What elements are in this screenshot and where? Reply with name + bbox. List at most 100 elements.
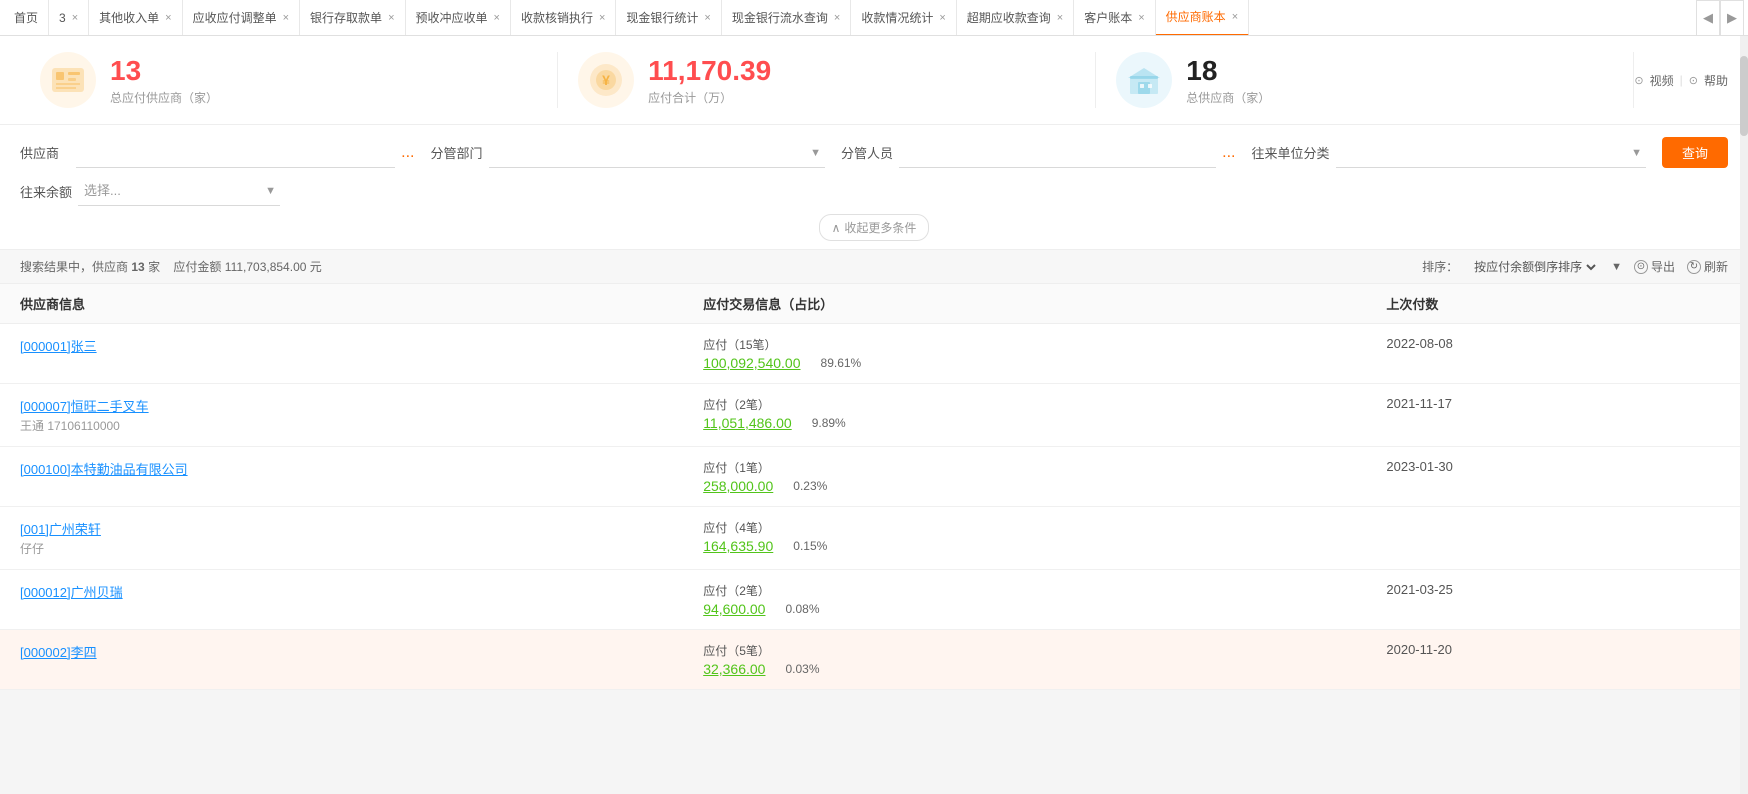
supplier-link[interactable]: [000012]广州贝瑞 <box>20 582 703 601</box>
nav-tab-other-income[interactable]: 其他收入单 × <box>89 0 182 36</box>
tx-percent: 0.08% <box>785 602 819 616</box>
scrollbar-track[interactable] <box>1740 36 1748 794</box>
nav-tab-cash-bank-stat-close[interactable]: × <box>704 12 710 24</box>
nav-tab-3[interactable]: 3 × <box>49 0 89 36</box>
tx-label: 应付（2笔） <box>703 582 1386 599</box>
collapse-label: 收起更多条件 <box>844 219 916 236</box>
supplier-input[interactable] <box>76 138 395 168</box>
nav-tab-other-income-close[interactable]: × <box>165 12 171 24</box>
table-row: [000002]李四 应付（5笔） 32,366.00 0.03% 2020-1… <box>0 630 1748 690</box>
supplier-link[interactable]: [000001]张三 <box>20 336 703 355</box>
supplier-link[interactable]: [000002]李四 <box>20 642 703 661</box>
category-select[interactable] <box>1336 138 1646 168</box>
nav-tab-ap-adjust[interactable]: 应收应付调整单 × <box>183 0 300 36</box>
scrollbar-thumb[interactable] <box>1740 56 1748 136</box>
total-payable-label: 应付合计（万） <box>648 89 771 106</box>
nav-left-arrow[interactable]: ◀ <box>1696 0 1720 36</box>
nav-tab-prepay-offset[interactable]: 预收冲应收单 × <box>406 0 511 36</box>
nav-tab-bank-deposit[interactable]: 银行存取款单 × <box>300 0 405 36</box>
payable-suppliers-number: 13 <box>110 54 218 88</box>
summary-card-total-suppliers: 18 总供应商（家） <box>1096 52 1634 108</box>
last-payment-cell: 2022-08-08 <box>1386 336 1728 351</box>
col-header-supplier: 供应商信息 <box>20 294 703 313</box>
nav-right-arrow[interactable]: ▶ <box>1720 0 1744 36</box>
tx-amount[interactable]: 32,366.00 <box>703 661 765 677</box>
nav-tab-ap-adjust-close[interactable]: × <box>283 12 289 24</box>
tx-label: 应付（4笔） <box>703 519 1386 536</box>
summary-bar: 13 总应付供应商（家） ¥ 11,170.39 应付合计（万） <box>0 36 1748 125</box>
export-icon: ⊙ <box>1634 260 1648 274</box>
transaction-cell: 应付（4笔） 164,635.90 0.15% <box>703 519 1386 554</box>
nav-tab-supplier-account-close[interactable]: × <box>1232 11 1238 23</box>
supplier-dots[interactable]: ... <box>401 145 414 161</box>
person-dots[interactable]: ... <box>1222 145 1235 161</box>
nav-tab-collection-exec[interactable]: 收款核销执行 × <box>511 0 616 36</box>
nav-tab-collection-stat[interactable]: 收款情况统计 × <box>851 0 956 36</box>
help-link[interactable]: 帮助 <box>1704 72 1728 89</box>
results-actions: 排序： 按应付余额倒序排序 ▼ ⊙ 导出 ↻ 刷新 <box>1422 258 1728 275</box>
collapse-button[interactable]: ∧ 收起更多条件 <box>819 214 930 241</box>
nav-tab-collection-exec-close[interactable]: × <box>599 12 605 24</box>
transaction-cell: 应付（2笔） 94,600.00 0.08% <box>703 582 1386 617</box>
tx-percent: 0.03% <box>785 662 819 676</box>
nav-tab-overdue-query-label: 超期应收款查询 <box>967 9 1051 26</box>
supplier-link[interactable]: [000100]本特勤油品有限公司 <box>20 459 703 478</box>
tx-amount[interactable]: 94,600.00 <box>703 601 765 617</box>
results-text: 搜索结果中，供应商 13 家 应付金额 111,703,854.00 元 <box>20 258 322 275</box>
nav-tab-home[interactable]: 首页 <box>4 0 49 36</box>
nav-tab-cash-bank-stat[interactable]: 现金银行统计 × <box>616 0 721 36</box>
nav-tab-bank-deposit-close[interactable]: × <box>388 12 394 24</box>
nav-tab-collection-exec-label: 收款核销执行 <box>521 9 593 26</box>
sort-arrow: ▼ <box>1611 261 1622 273</box>
last-payment-cell: 2021-03-25 <box>1386 582 1728 597</box>
dept-select[interactable] <box>489 138 825 168</box>
nav-tab-supplier-account[interactable]: 供应商账本 × <box>1156 0 1249 36</box>
supplier-info-cell: [000007]恒旺二手叉车 王通 17106110000 <box>20 396 703 434</box>
search-button[interactable]: 查询 <box>1662 137 1728 168</box>
nav-tab-customer-account[interactable]: 客户账本 × <box>1074 0 1155 36</box>
nav-tab-overdue-query-close[interactable]: × <box>1057 12 1063 24</box>
tx-label: 应付（1笔） <box>703 459 1386 476</box>
refresh-label: 刷新 <box>1704 258 1728 275</box>
nav-tab-prepay-offset-close[interactable]: × <box>494 12 500 24</box>
last-payment-cell: 2021-11-17 <box>1386 396 1728 411</box>
summary-card-total-payable: ¥ 11,170.39 应付合计（万） <box>558 52 1096 108</box>
tx-amount[interactable]: 100,092,540.00 <box>703 355 800 371</box>
tx-label: 应付（5笔） <box>703 642 1386 659</box>
transaction-cell: 应付（5笔） 32,366.00 0.03% <box>703 642 1386 677</box>
export-button[interactable]: ⊙ 导出 <box>1634 258 1675 275</box>
supplier-link[interactable]: [000007]恒旺二手叉车 <box>20 396 703 415</box>
supplier-info-cell: [000001]张三 <box>20 336 703 355</box>
nav-tab-3-label: 3 <box>59 11 66 25</box>
transaction-cell: 应付（15笔） 100,092,540.00 89.61% <box>703 336 1386 371</box>
results-bar: 搜索结果中，供应商 13 家 应付金额 111,703,854.00 元 排序：… <box>0 250 1748 284</box>
supplier-filter-label: 供应商 <box>20 143 70 162</box>
tx-amount[interactable]: 11,051,486.00 <box>703 415 792 431</box>
video-link[interactable]: 视频 <box>1650 72 1674 89</box>
nav-tab-customer-account-close[interactable]: × <box>1138 12 1144 24</box>
supplier-sub: 仔仔 <box>20 540 703 557</box>
total-payable-number: 11,170.39 <box>648 54 771 88</box>
nav-tab-3-close[interactable]: × <box>72 12 78 24</box>
supplier-sub: 王通 17106110000 <box>20 417 703 434</box>
table-row: [000100]本特勤油品有限公司 应付（1笔） 258,000.00 0.23… <box>0 447 1748 507</box>
money-icon: ¥ <box>578 52 634 108</box>
table-row: [000007]恒旺二手叉车 王通 17106110000 应付（2笔） 11,… <box>0 384 1748 447</box>
person-input[interactable] <box>899 138 1216 168</box>
balance-select[interactable]: 选择... <box>78 176 280 206</box>
nav-tab-cash-bank-flow[interactable]: 现金银行流水查询 × <box>722 0 851 36</box>
nav-tab-collection-stat-close[interactable]: × <box>939 12 945 24</box>
export-label: 导出 <box>1651 258 1675 275</box>
sort-select[interactable]: 按应付余额倒序排序 <box>1470 259 1599 275</box>
tx-label: 应付（2笔） <box>703 396 1386 413</box>
nav-tab-home-label: 首页 <box>14 9 38 26</box>
supplier-link[interactable]: [001]广州荣轩 <box>20 519 703 538</box>
nav-tab-cash-bank-flow-close[interactable]: × <box>834 12 840 24</box>
tx-amount[interactable]: 164,635.90 <box>703 538 773 554</box>
last-payment-cell: 2020-11-20 <box>1386 642 1728 657</box>
tx-amount[interactable]: 258,000.00 <box>703 478 773 494</box>
nav-tab-overdue-query[interactable]: 超期应收款查询 × <box>957 0 1074 36</box>
nav-tab-ap-adjust-label: 应收应付调整单 <box>193 9 277 26</box>
refresh-button[interactable]: ↻ 刷新 <box>1687 258 1728 275</box>
balance-select-wrapper: 选择... ▼ <box>78 176 280 206</box>
